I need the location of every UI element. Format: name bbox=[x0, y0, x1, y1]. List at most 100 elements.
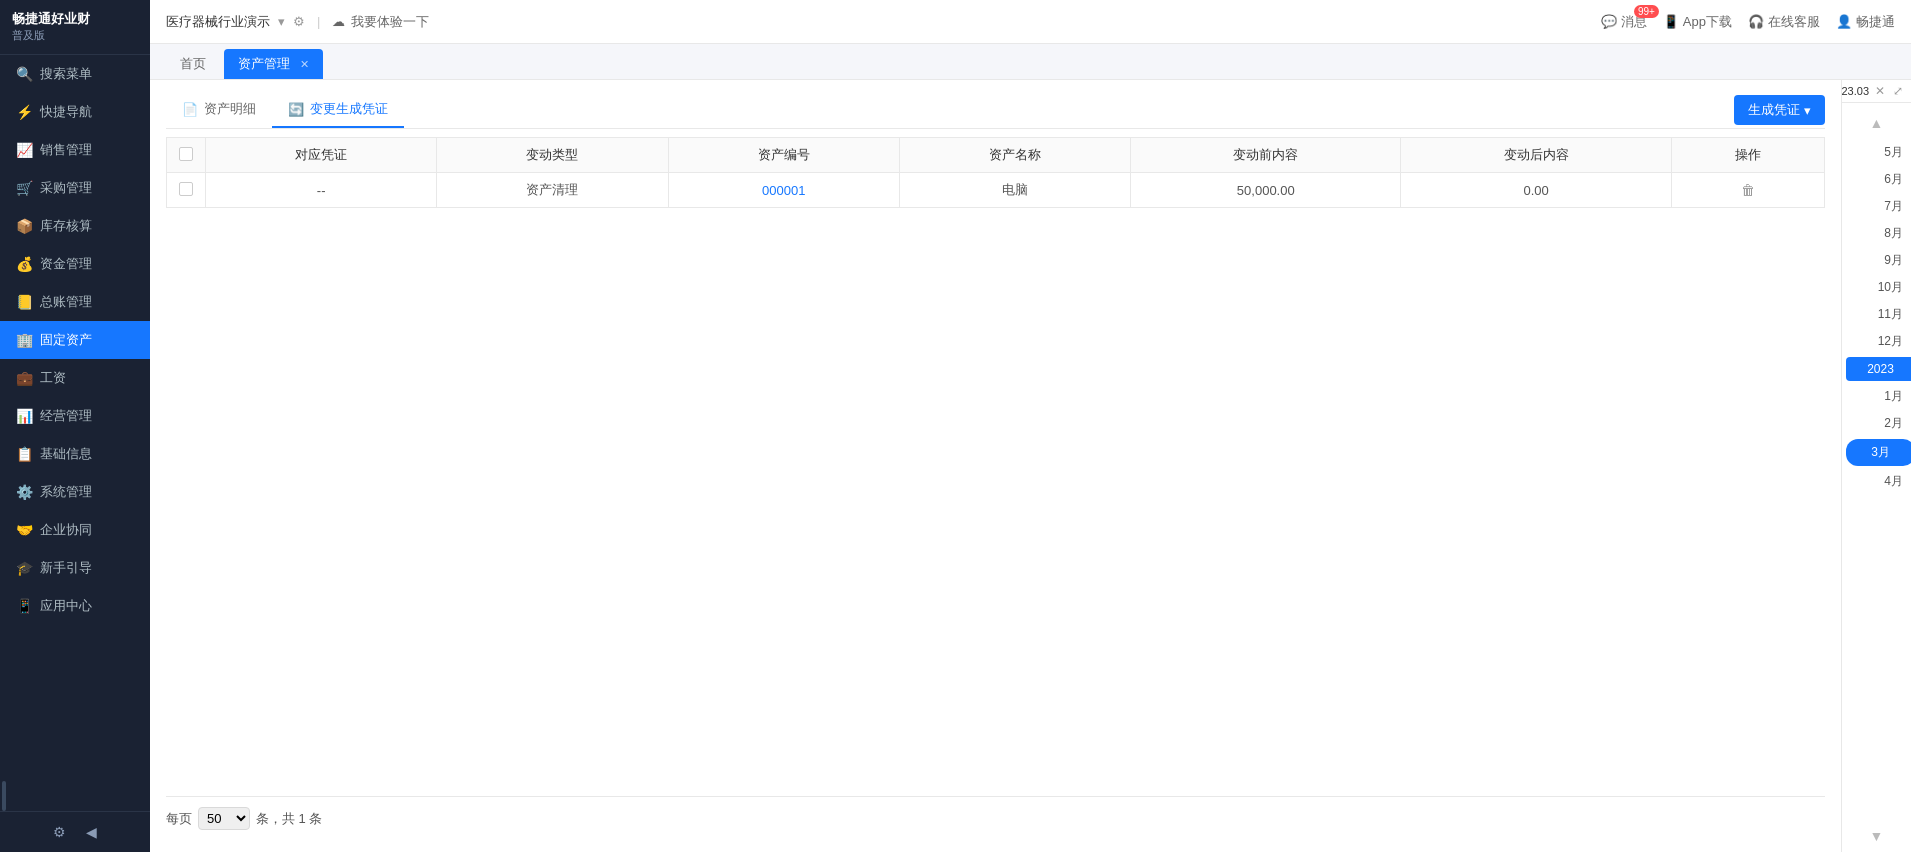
month-item-10月[interactable]: 10月 bbox=[1842, 274, 1911, 301]
month-item-4月[interactable]: 4月 bbox=[1842, 468, 1911, 495]
sidebar-item-basic-info[interactable]: 📋 基础信息 bbox=[0, 435, 150, 473]
service-label: 在线客服 bbox=[1768, 13, 1820, 31]
sidebar: 畅捷通好业财 普及版 🔍 搜索菜单 ⚡ 快捷导航 📈 销售管理 🛒 采购管理 📦… bbox=[0, 0, 150, 852]
sidebar-item-operations[interactable]: 📊 经营管理 bbox=[0, 397, 150, 435]
sidebar-item-ledger[interactable]: 📒 总账管理 bbox=[0, 283, 150, 321]
panel-close-btn[interactable]: ✕ bbox=[1873, 82, 1887, 100]
tab-close-icon[interactable]: ✕ bbox=[300, 58, 309, 70]
app-edition: 普及版 bbox=[12, 28, 138, 43]
asset-detail-icon: 📄 bbox=[182, 102, 198, 117]
panel-up-nav[interactable]: ▲ bbox=[1866, 111, 1888, 135]
table-row: -- 资产清理 000001 电脑 50,000.00 0.00 🗑 bbox=[167, 173, 1825, 208]
sidebar-item-label: 销售管理 bbox=[40, 141, 92, 159]
month-item-6月[interactable]: 6月 bbox=[1842, 166, 1911, 193]
cell-before: 50,000.00 bbox=[1131, 173, 1401, 208]
panel-down-nav[interactable]: ▼ bbox=[1866, 824, 1888, 848]
app-center-icon: 📱 bbox=[16, 598, 32, 614]
app-download-label: App下载 bbox=[1683, 13, 1732, 31]
sidebar-item-tutorial[interactable]: 🎓 新手引导 bbox=[0, 549, 150, 587]
sidebar-item-enterprise[interactable]: 🤝 企业协同 bbox=[0, 511, 150, 549]
header-type: 变动类型 bbox=[437, 138, 668, 173]
sidebar-item-label: 采购管理 bbox=[40, 179, 92, 197]
sidebar-item-purchase[interactable]: 🛒 采购管理 bbox=[0, 169, 150, 207]
sidebar-item-label: 搜索菜单 bbox=[40, 65, 92, 83]
message-badge: 99+ bbox=[1634, 5, 1659, 18]
dropdown-icon[interactable]: ▾ bbox=[278, 14, 285, 29]
generate-voucher-button[interactable]: 生成凭证 ▾ bbox=[1734, 95, 1825, 125]
user-icon: 👤 bbox=[1836, 14, 1852, 29]
purchase-icon: 🛒 bbox=[16, 180, 32, 196]
search-icon: 🔍 bbox=[16, 66, 32, 82]
cell-after: 0.00 bbox=[1401, 173, 1671, 208]
cell-asset-code: 000001 bbox=[668, 173, 899, 208]
settings-icon[interactable]: ⚙ bbox=[293, 14, 305, 29]
payroll-icon: 💼 bbox=[16, 370, 32, 386]
month-item-8月[interactable]: 8月 bbox=[1842, 220, 1911, 247]
sidebar-item-fixed-assets[interactable]: 🏢 固定资产 bbox=[0, 321, 150, 359]
sidebar-item-app-center[interactable]: 📱 应用中心 bbox=[0, 587, 150, 625]
cell-action: 🗑 bbox=[1671, 173, 1824, 208]
sub-tab-asset-detail[interactable]: 📄 资产明细 bbox=[166, 92, 272, 128]
pagination-info: 条，共 1 条 bbox=[256, 810, 322, 828]
sidebar-item-inventory[interactable]: 📦 库存核算 bbox=[0, 207, 150, 245]
demo-label: 我要体验一下 bbox=[351, 13, 429, 31]
delete-row-button[interactable]: 🗑 bbox=[1741, 182, 1755, 198]
change-voucher-icon: 🔄 bbox=[288, 102, 304, 117]
demo-icon: ☁ bbox=[332, 14, 345, 29]
sub-tabs: 📄 资产明细 🔄 变更生成凭证 bbox=[166, 92, 404, 128]
message-btn[interactable]: 💬 消息 99+ bbox=[1601, 13, 1647, 31]
month-item-9月[interactable]: 9月 bbox=[1842, 247, 1911, 274]
settings-button[interactable]: ⚙ bbox=[45, 820, 74, 844]
table-header-row: 对应凭证 变动类型 资产编号 资产名称 变动前内容 变动后内容 操作 bbox=[167, 138, 1825, 173]
user-name: 畅捷通 bbox=[1856, 13, 1895, 31]
sidebar-item-label: 应用中心 bbox=[40, 597, 92, 615]
tab-asset-management[interactable]: 资产管理 ✕ bbox=[224, 49, 323, 79]
month-item-5月[interactable]: 5月 bbox=[1842, 139, 1911, 166]
sidebar-item-quick-nav[interactable]: ⚡ 快捷导航 bbox=[0, 93, 150, 131]
app-download-btn[interactable]: 📱 App下载 bbox=[1663, 13, 1732, 31]
sales-icon: 📈 bbox=[16, 142, 32, 158]
month-item-7月[interactable]: 7月 bbox=[1842, 193, 1911, 220]
sub-tab-asset-detail-label: 资产明细 bbox=[204, 100, 256, 118]
sidebar-item-system[interactable]: ⚙️ 系统管理 bbox=[0, 473, 150, 511]
header-before: 变动前内容 bbox=[1131, 138, 1401, 173]
main-area: 医疗器械行业演示 ▾ ⚙ | ☁ 我要体验一下 💬 消息 99+ 📱 App下载… bbox=[150, 0, 1911, 852]
sidebar-item-label: 基础信息 bbox=[40, 445, 92, 463]
page-content: 📄 资产明细 🔄 变更生成凭证 生成凭证 ▾ bbox=[150, 80, 1841, 852]
header-checkbox-cell bbox=[167, 138, 206, 173]
tab-home-label: 首页 bbox=[180, 56, 206, 71]
month-item-12月[interactable]: 12月 bbox=[1842, 328, 1911, 355]
topbar: 医疗器械行业演示 ▾ ⚙ | ☁ 我要体验一下 💬 消息 99+ 📱 App下载… bbox=[150, 0, 1911, 44]
right-panel: 2023.03 ✕ ⤢ ▲ 5月6月7月8月9月10月11月12月20231月2… bbox=[1841, 80, 1911, 852]
month-item-11月[interactable]: 11月 bbox=[1842, 301, 1911, 328]
customer-service-btn[interactable]: 🎧 在线客服 bbox=[1748, 13, 1820, 31]
sidebar-item-sales[interactable]: 📈 销售管理 bbox=[0, 131, 150, 169]
fixed-assets-icon: 🏢 bbox=[16, 332, 32, 348]
demo-btn[interactable]: ☁ 我要体验一下 bbox=[332, 13, 429, 31]
sub-tab-change-voucher[interactable]: 🔄 变更生成凭证 bbox=[272, 92, 404, 128]
sidebar-item-label: 库存核算 bbox=[40, 217, 92, 235]
month-item-1月[interactable]: 1月 bbox=[1842, 383, 1911, 410]
generate-btn-label: 生成凭证 bbox=[1748, 101, 1800, 119]
sidebar-item-search[interactable]: 🔍 搜索菜单 bbox=[0, 55, 150, 93]
sidebar-item-label: 固定资产 bbox=[40, 331, 92, 349]
asset-table: 对应凭证 变动类型 资产编号 资产名称 变动前内容 变动后内容 操作 -- bbox=[166, 137, 1825, 208]
month-item-3月[interactable]: 3月 bbox=[1846, 439, 1911, 466]
basic-info-icon: 📋 bbox=[16, 446, 32, 462]
collapse-button[interactable]: ◀ bbox=[78, 820, 105, 844]
sidebar-item-payroll[interactable]: 💼 工资 bbox=[0, 359, 150, 397]
sub-tab-change-voucher-label: 变更生成凭证 bbox=[310, 100, 388, 118]
tab-home[interactable]: 首页 bbox=[166, 49, 220, 79]
page-size-select[interactable]: 50 10 20 100 bbox=[198, 807, 250, 830]
select-all-checkbox[interactable] bbox=[179, 147, 193, 161]
company-name[interactable]: 医疗器械行业演示 bbox=[166, 13, 270, 31]
panel-expand-btn[interactable]: ⤢ bbox=[1891, 82, 1905, 100]
user-btn[interactable]: 👤 畅捷通 bbox=[1836, 13, 1895, 31]
month-item-2月[interactable]: 2月 bbox=[1842, 410, 1911, 437]
table-wrapper: 对应凭证 变动类型 资产编号 资产名称 变动前内容 变动后内容 操作 -- bbox=[166, 137, 1825, 796]
sidebar-item-fund[interactable]: 💰 资金管理 bbox=[0, 245, 150, 283]
topbar-left: 医疗器械行业演示 ▾ ⚙ | ☁ 我要体验一下 bbox=[166, 13, 429, 31]
row-checkbox[interactable] bbox=[179, 182, 193, 196]
month-item-2023[interactable]: 2023 bbox=[1846, 357, 1911, 381]
sidebar-item-label: 经营管理 bbox=[40, 407, 92, 425]
